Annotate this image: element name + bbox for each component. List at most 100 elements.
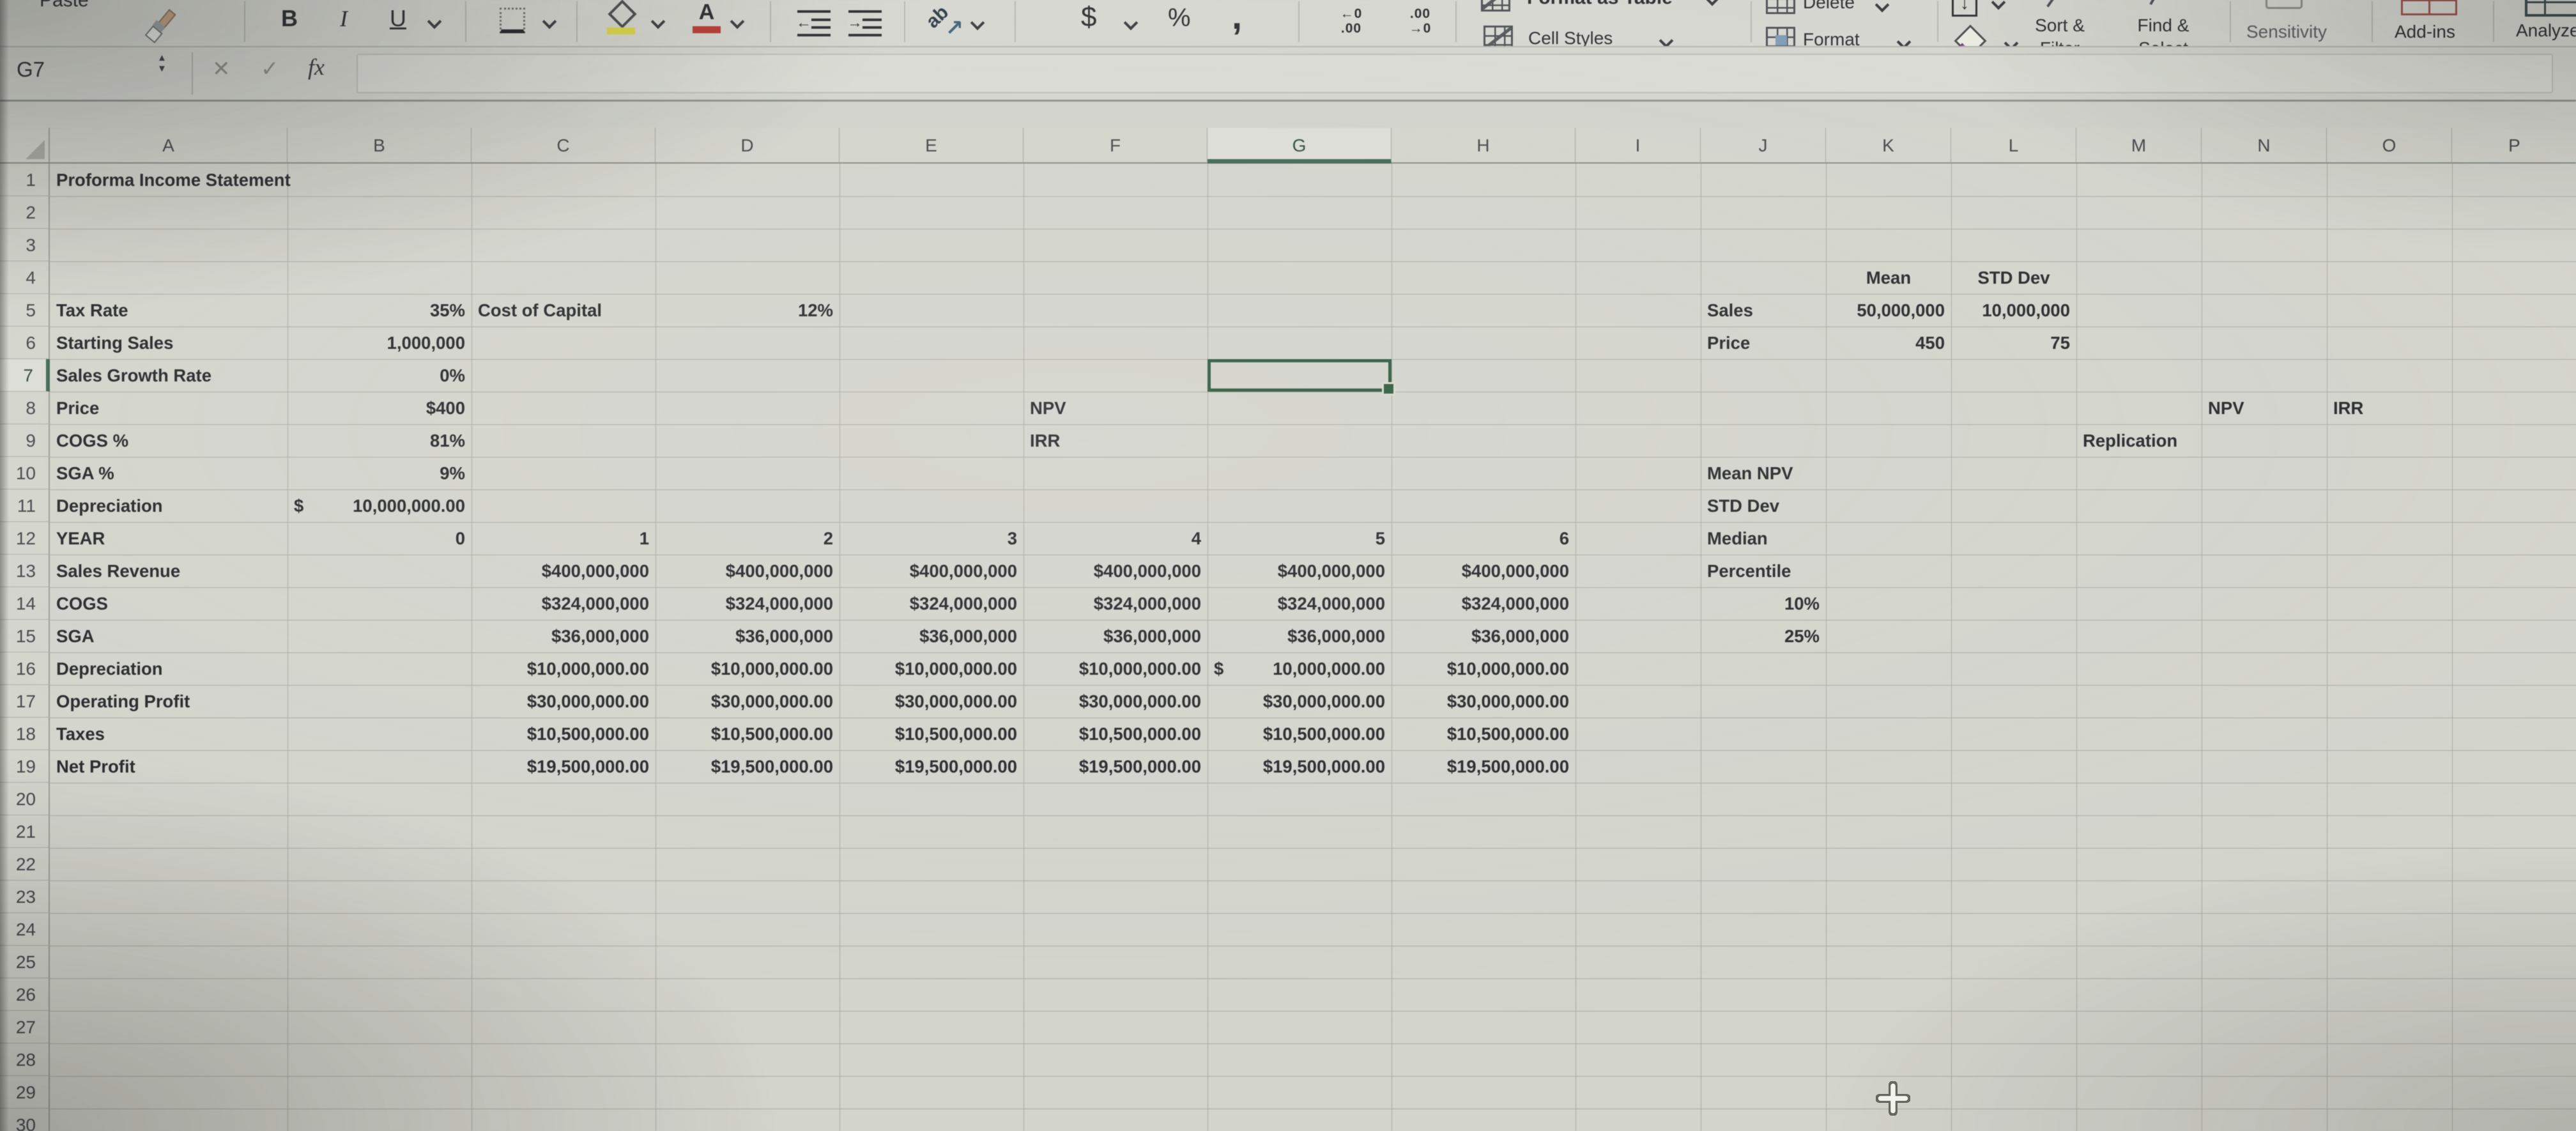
column-header-H[interactable]: H [1392, 128, 1575, 164]
cell-E14[interactable]: $324,000,000 [839, 587, 1023, 620]
add-ins-button[interactable]: Add-ins [2395, 22, 2455, 42]
cell-H18[interactable]: $10,500,000.00 [1392, 718, 1575, 750]
text-orientation-icon[interactable]: ab↗ [925, 3, 963, 40]
cell-G18[interactable]: $10,500,000.00 [1208, 718, 1392, 750]
cell-G15[interactable]: $36,000,000 [1208, 620, 1392, 652]
row-header-26[interactable]: 26 [0, 978, 50, 1011]
sensitivity-button[interactable]: Sensitivity [2246, 22, 2327, 42]
insert-function-icon[interactable]: fx [308, 54, 325, 81]
row-header-2[interactable]: 2 [0, 196, 50, 229]
fill-color-dropdown-icon[interactable] [651, 15, 666, 29]
comma-format-button[interactable]: , [1232, 0, 1242, 38]
column-header-C[interactable]: C [471, 128, 656, 164]
cell-H14[interactable]: $324,000,000 [1392, 587, 1575, 620]
borders-dropdown-icon[interactable] [542, 15, 557, 29]
cell-A11[interactable]: Depreciation [50, 489, 288, 522]
cell-E19[interactable]: $19,500,000.00 [839, 750, 1023, 783]
cell-B7[interactable]: 0% [288, 359, 471, 392]
cell-B12[interactable]: 0 [288, 522, 471, 555]
row-header-10[interactable]: 10 [0, 457, 50, 489]
cell-O8[interactable]: IRR [2327, 392, 2452, 424]
cell-D5[interactable]: 12% [656, 294, 839, 327]
cell-J6[interactable]: Price [1701, 327, 1826, 359]
cell-A1[interactable]: Proforma Income Statement [50, 164, 288, 196]
cell-H12[interactable]: 6 [1392, 522, 1575, 555]
cell-A19[interactable]: Net Profit [50, 750, 288, 783]
cell-M9[interactable]: Replication [2076, 424, 2202, 457]
row-header-16[interactable]: 16 [0, 652, 50, 685]
cell-C18[interactable]: $10,500,000.00 [471, 718, 656, 750]
cell-L4[interactable]: STD Dev [1951, 261, 2076, 294]
cell-A17[interactable]: Operating Profit [50, 685, 288, 718]
row-header-25[interactable]: 25 [0, 946, 50, 978]
cell-D15[interactable]: $36,000,000 [656, 620, 839, 652]
cell-J15[interactable]: 25% [1701, 620, 1826, 652]
row-header-27[interactable]: 27 [0, 1011, 50, 1043]
fill-color-icon[interactable] [606, 3, 639, 36]
cell-J10[interactable]: Mean NPV [1701, 457, 1826, 489]
row-header-23[interactable]: 23 [0, 881, 50, 913]
row-header-9[interactable]: 9 [0, 424, 50, 457]
cell-F12[interactable]: 4 [1023, 522, 1208, 555]
column-header-M[interactable]: M [2076, 128, 2202, 164]
bold-button[interactable]: B [281, 5, 298, 32]
cell-B9[interactable]: 81% [288, 424, 471, 457]
cell-G16[interactable]: $10,000,000.00 [1208, 652, 1392, 685]
cell-K4[interactable]: Mean [1826, 261, 1951, 294]
selection-box[interactable] [1208, 359, 1392, 392]
underline-button[interactable]: U [390, 5, 406, 32]
format-painter-icon[interactable] [135, 0, 185, 49]
cell-D18[interactable]: $10,500,000.00 [656, 718, 839, 750]
column-header-K[interactable]: K [1826, 128, 1951, 164]
cell-F16[interactable]: $10,000,000.00 [1023, 652, 1208, 685]
row-header-20[interactable]: 20 [0, 783, 50, 815]
cell-F15[interactable]: $36,000,000 [1023, 620, 1208, 652]
column-header-F[interactable]: F [1023, 128, 1208, 164]
cell-B10[interactable]: 9% [288, 457, 471, 489]
cell-K5[interactable]: 50,000,000 [1826, 294, 1951, 327]
column-header-J[interactable]: J [1701, 128, 1826, 164]
cell-D12[interactable]: 2 [656, 522, 839, 555]
cell-A8[interactable]: Price [50, 392, 288, 424]
cancel-icon[interactable]: ✕ [212, 56, 231, 82]
column-header-P[interactable]: P [2452, 128, 2576, 164]
cell-J11[interactable]: STD Dev [1701, 489, 1826, 522]
cell-F19[interactable]: $19,500,000.00 [1023, 750, 1208, 783]
cell-E15[interactable]: $36,000,000 [839, 620, 1023, 652]
row-header-14[interactable]: 14 [0, 587, 50, 620]
cell-N8[interactable]: NPV [2202, 392, 2327, 424]
cell-L6[interactable]: 75 [1951, 327, 2076, 359]
cell-D17[interactable]: $30,000,000.00 [656, 685, 839, 718]
fill-dropdown-icon[interactable] [1991, 0, 2006, 10]
cell-J12[interactable]: Median [1701, 522, 1826, 555]
cell-A7[interactable]: Sales Growth Rate [50, 359, 288, 392]
cell-F18[interactable]: $10,500,000.00 [1023, 718, 1208, 750]
cell-D19[interactable]: $19,500,000.00 [656, 750, 839, 783]
orientation-dropdown-icon[interactable] [970, 16, 985, 31]
delete-button[interactable]: Delete [1803, 0, 1855, 13]
spinner-up-icon[interactable]: ▲ [157, 52, 167, 63]
row-header-12[interactable]: 12 [0, 522, 50, 555]
cell-J5[interactable]: Sales [1701, 294, 1826, 327]
cell-H16[interactable]: $10,000,000.00 [1392, 652, 1575, 685]
cell-J13[interactable]: Percentile [1701, 555, 1826, 587]
cell-D14[interactable]: $324,000,000 [656, 587, 839, 620]
cell-A13[interactable]: Sales Revenue [50, 555, 288, 587]
cell-C13[interactable]: $400,000,000 [471, 555, 656, 587]
delete-dropdown-icon[interactable] [1875, 0, 1890, 12]
cell-H13[interactable]: $400,000,000 [1392, 555, 1575, 587]
decrease-decimal-button[interactable]: .00→0 [1393, 6, 1448, 36]
cell-A18[interactable]: Taxes [50, 718, 288, 750]
row-header-6[interactable]: 6 [0, 327, 50, 359]
cell-C17[interactable]: $30,000,000.00 [471, 685, 656, 718]
cell-E18[interactable]: $10,500,000.00 [839, 718, 1023, 750]
cell-F17[interactable]: $30,000,000.00 [1023, 685, 1208, 718]
row-header-7[interactable]: 7 [0, 359, 50, 392]
currency-format-button[interactable]: $ [1081, 1, 1096, 33]
cell-E17[interactable]: $30,000,000.00 [839, 685, 1023, 718]
cell-F14[interactable]: $324,000,000 [1023, 587, 1208, 620]
paste-button[interactable]: Paste [40, 0, 89, 12]
row-header-8[interactable]: 8 [0, 392, 50, 424]
cell-A5[interactable]: Tax Rate [50, 294, 288, 327]
row-header-5[interactable]: 5 [0, 294, 50, 327]
